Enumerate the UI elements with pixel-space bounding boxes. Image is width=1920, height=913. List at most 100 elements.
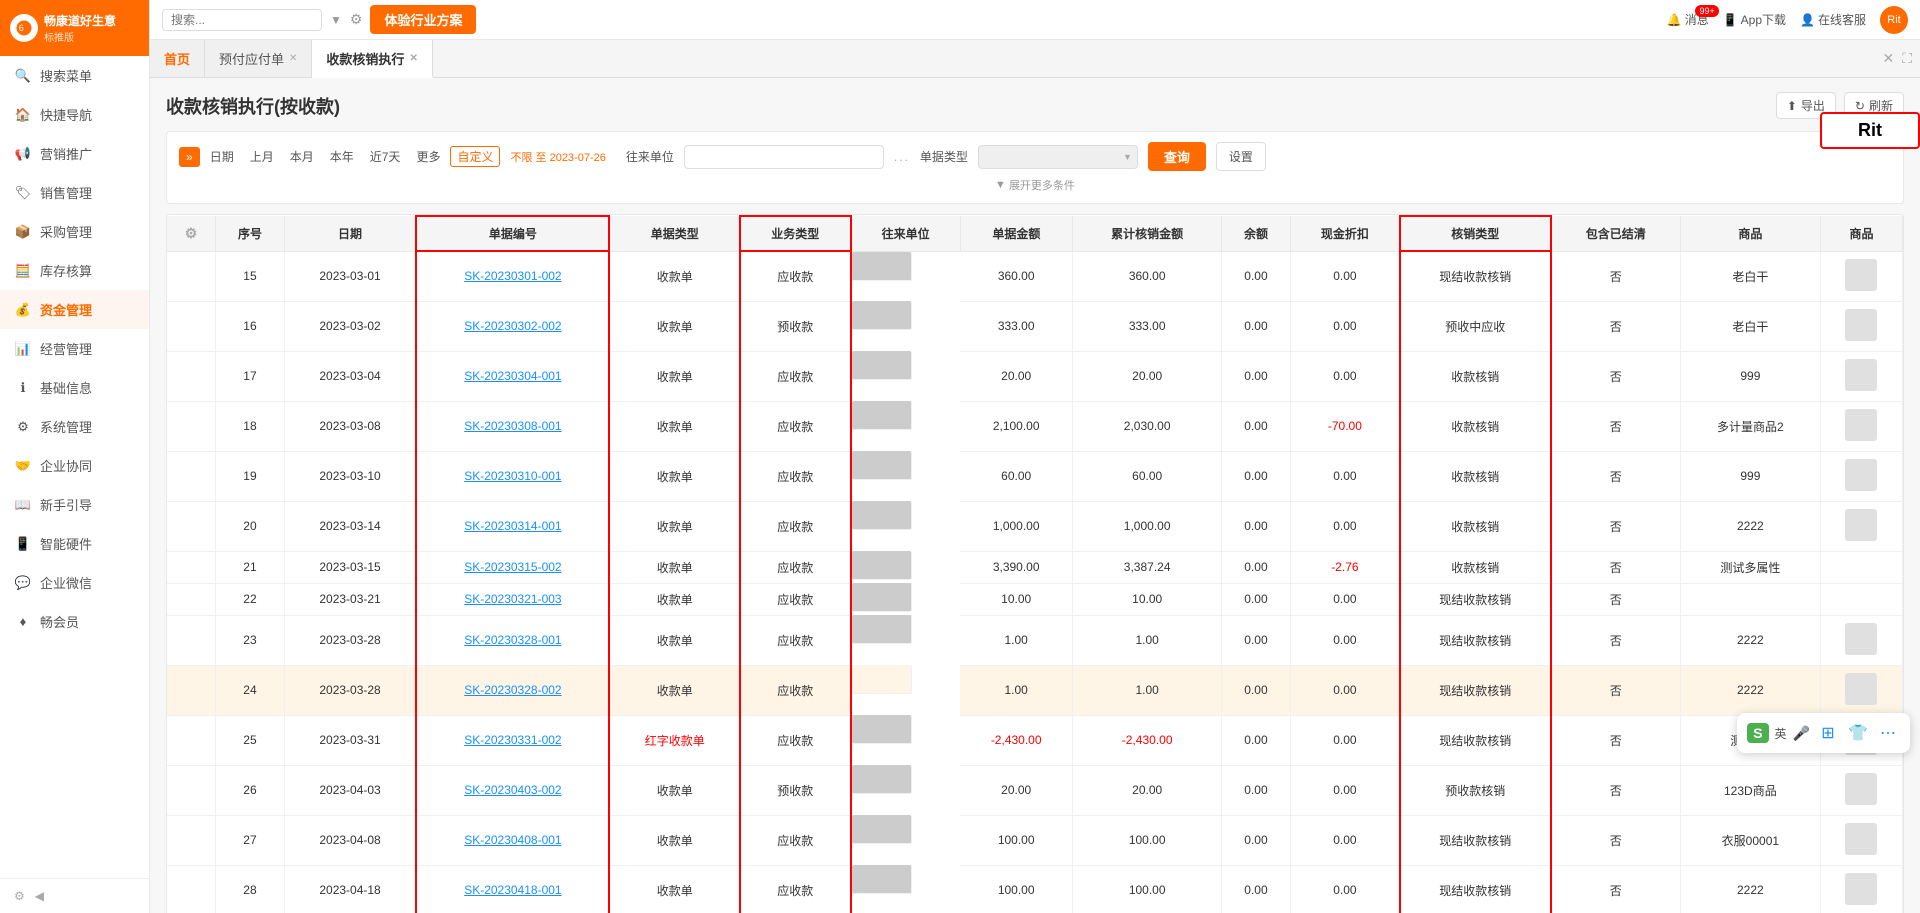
query-button[interactable]: 查询 <box>1148 142 1206 171</box>
row-cell-12: 否 <box>1551 615 1681 665</box>
sidebar-item-hardware[interactable]: 📱 智能硬件 <box>0 524 149 563</box>
row-cell-7: 100.00 <box>960 815 1073 865</box>
tab-collection-close[interactable]: ✕ <box>409 53 417 64</box>
expand-window-icon[interactable]: ⛶ <box>1902 50 1912 67</box>
app-download-button[interactable]: 📱 App下载 <box>1723 11 1786 28</box>
row-cell-11: 现结收款核销 <box>1400 815 1551 865</box>
notifications-button[interactable]: 🔔 消息 99+ <box>1667 11 1709 28</box>
sidebar-item-basic[interactable]: ℹ 基础信息 <box>0 368 149 407</box>
filter-dots[interactable]: ... <box>894 150 910 164</box>
row-gear-cell <box>167 501 216 551</box>
row-cell-14 <box>1820 251 1902 301</box>
row-cell-6: ████ <box>852 301 912 330</box>
user-menu[interactable]: Rit <box>1880 6 1908 34</box>
col-gear-header[interactable]: ⚙ <box>167 216 216 251</box>
row-cell-3[interactable]: SK-20230301-002 <box>416 251 609 301</box>
this-year-btn[interactable]: 本年 <box>324 146 360 167</box>
tab-prepay-close[interactable]: ✕ <box>289 53 297 64</box>
row-cell-10: 0.00 <box>1290 451 1400 501</box>
partner-filter-input[interactable] <box>684 145 884 169</box>
doc-type-select[interactable] <box>978 145 1138 169</box>
online-service-button[interactable]: 👤 在线客服 <box>1800 11 1866 28</box>
float-s-label[interactable]: S <box>1747 723 1768 743</box>
table-row: 252023-03-31SK-20230331-002红字收款单应收款████-… <box>167 715 1903 765</box>
sidebar-item-wechat[interactable]: 💬 企业微信 <box>0 563 149 602</box>
prev-month-btn[interactable]: 上月 <box>244 146 280 167</box>
row-cell-3[interactable]: SK-20230315-002 <box>416 551 609 583</box>
calculator-icon: 🧮 <box>14 262 32 280</box>
row-gear-cell <box>167 815 216 865</box>
topbar-search-input[interactable] <box>162 9 322 31</box>
row-cell-11: 现结收款核销 <box>1400 865 1551 913</box>
sidebar-item-member[interactable]: ♦ 畅会员 <box>0 602 149 641</box>
row-cell-11: 现结收款核销 <box>1400 665 1551 715</box>
this-month-btn[interactable]: 本月 <box>284 146 320 167</box>
notification-badge: 99+ <box>1695 5 1718 17</box>
row-cell-2: 2023-03-02 <box>284 301 416 351</box>
partner-filter-label: 往来单位 <box>626 148 674 165</box>
row-cell-3[interactable]: SK-20230403-002 <box>416 765 609 815</box>
float-mic-icon[interactable]: 🎤 <box>1793 725 1810 742</box>
table-row: 182023-03-08SK-20230308-001收款单应收款████2,1… <box>167 401 1903 451</box>
float-more-icon[interactable]: ⋯ <box>1876 721 1900 745</box>
row-cell-7: -2,430.00 <box>960 715 1073 765</box>
tab-home[interactable]: 首页 <box>150 40 205 77</box>
settings-bottom-icon[interactable]: ⚙ <box>14 889 25 903</box>
topbar-gear-icon[interactable]: ⚙ <box>350 11 363 28</box>
float-en-label[interactable]: 英 <box>1775 725 1787 742</box>
close-window-icon[interactable]: ✕ <box>1882 50 1894 67</box>
row-cell-3[interactable]: SK-20230308-001 <box>416 401 609 451</box>
chevron-down-icon: ▼ <box>995 179 1006 191</box>
filter-settings-button[interactable]: 设置 <box>1216 142 1266 171</box>
recent-7-btn[interactable]: 近7天 <box>364 146 407 167</box>
tag-icon: 🏷 <box>14 184 32 202</box>
float-grid-icon[interactable]: ⊞ <box>1816 721 1840 745</box>
sidebar-item-sales[interactable]: 🏷 销售管理 <box>0 173 149 212</box>
row-cell-3[interactable]: SK-20230314-001 <box>416 501 609 551</box>
row-cell-3[interactable]: SK-20230310-001 <box>416 451 609 501</box>
phone-icon: 📱 <box>1723 13 1738 27</box>
filter-collapse-btn[interactable]: » <box>179 147 200 167</box>
sidebar-item-guide[interactable]: 📖 新手引导 <box>0 485 149 524</box>
row-cell-4: 收款单 <box>609 865 740 913</box>
row-cell-3[interactable]: SK-20230331-002 <box>416 715 609 765</box>
sidebar-item-search[interactable]: 🔍 搜索菜单 <box>0 56 149 95</box>
row-cell-5: 应收款 <box>740 501 850 551</box>
sidebar-item-inventory[interactable]: 🧮 库存核算 <box>0 251 149 290</box>
row-cell-10: 0.00 <box>1290 351 1400 401</box>
row-cell-6: ████ <box>852 765 912 794</box>
row-cell-14 <box>1820 351 1902 401</box>
collapse-icon[interactable]: ◀ <box>35 889 44 903</box>
row-cell-8: 100.00 <box>1073 865 1222 913</box>
row-cell-11: 现结收款核销 <box>1400 583 1551 615</box>
sidebar-item-finance[interactable]: 💰 资金管理 <box>0 290 149 329</box>
tab-collection[interactable]: 收款核销执行 ✕ <box>312 40 432 78</box>
row-cell-12: 否 <box>1551 865 1681 913</box>
industry-solution-button[interactable]: 体验行业方案 <box>370 5 476 34</box>
row-cell-3[interactable]: SK-20230304-001 <box>416 351 609 401</box>
sidebar-item-system[interactable]: ⚙ 系统管理 <box>0 407 149 446</box>
page-title: 收款核销执行(按收款) <box>166 93 340 119</box>
topbar-dropdown-arrow[interactable]: ▼ <box>330 13 342 27</box>
row-cell-3[interactable]: SK-20230408-001 <box>416 815 609 865</box>
sidebar-item-shortcut[interactable]: 🏠 快捷导航 <box>0 95 149 134</box>
row-cell-2: 2023-03-04 <box>284 351 416 401</box>
row-cell-3[interactable]: SK-20230302-002 <box>416 301 609 351</box>
more-date-btn[interactable]: 更多 <box>410 146 446 167</box>
sidebar-item-collab[interactable]: 🤝 企业协同 <box>0 446 149 485</box>
row-cell-6: ████ <box>852 401 912 430</box>
expand-filters-btn[interactable]: ▼ 展开更多条件 <box>995 177 1075 193</box>
row-cell-3[interactable]: SK-20230328-001 <box>416 615 609 665</box>
custom-date-btn[interactable]: 自定义 <box>450 146 500 167</box>
row-cell-3[interactable]: SK-20230321-003 <box>416 583 609 615</box>
float-shirt-icon[interactable]: 👕 <box>1846 721 1870 745</box>
sidebar-item-purchase[interactable]: 📦 采购管理 <box>0 212 149 251</box>
tab-prepay[interactable]: 预付应付单 ✕ <box>205 40 312 77</box>
row-cell-7: 2,100.00 <box>960 401 1073 451</box>
row-cell-3[interactable]: SK-20230418-001 <box>416 865 609 913</box>
row-cell-3[interactable]: SK-20230328-002 <box>416 665 609 715</box>
row-cell-12: 否 <box>1551 251 1681 301</box>
sidebar-item-marketing[interactable]: 📢 营销推广 <box>0 134 149 173</box>
row-cell-6: ████ <box>852 815 912 844</box>
sidebar-item-operations[interactable]: 📊 经营管理 <box>0 329 149 368</box>
